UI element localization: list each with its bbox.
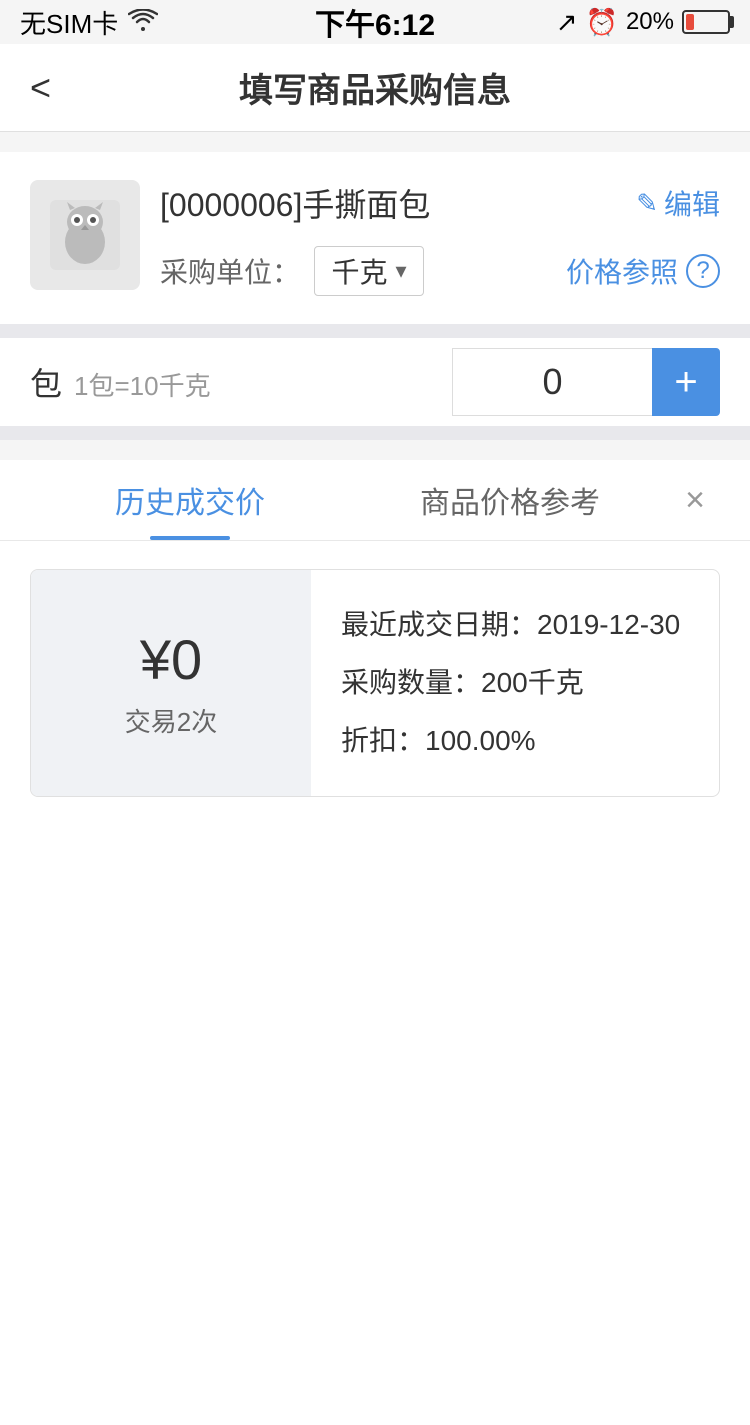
purchase-qty-row: 采购数量：200千克 (341, 662, 689, 704)
quantity-label-section: 包 1包=10千克 (30, 359, 211, 405)
unit-section: 采购单位： 千克 ▾ (160, 246, 424, 296)
product-unit-row: 采购单位： 千克 ▾ 价格参照 ? (160, 246, 720, 296)
discount-value: 100.00% (425, 725, 536, 756)
product-header: [0000006]手撕面包 ✎ 编辑 (160, 180, 720, 226)
main-content-area (0, 825, 750, 1425)
nav-bar: < 填写商品采购信息 (0, 44, 750, 132)
tab-product-price-ref[interactable]: 商品价格参考 (350, 460, 670, 540)
help-icon: ? (686, 254, 720, 288)
unit-select-button[interactable]: 千克 ▾ (314, 246, 423, 296)
history-card-right: 最近成交日期：2019-12-30 采购数量：200千克 折扣：100.00% (311, 570, 719, 796)
currency-symbol: ¥ (140, 628, 171, 691)
unit-value: 千克 (331, 251, 387, 291)
latest-date-value: 2019-12-30 (537, 609, 680, 640)
history-price-card: ¥0 交易2次 最近成交日期：2019-12-30 采购数量：200千克 折扣：… (30, 569, 720, 797)
battery-icon (682, 10, 730, 34)
product-info: [0000006]手撕面包 ✎ 编辑 采购单位： 千克 ▾ 价格参照 ? (160, 180, 720, 296)
alarm-icon: ⏰ (586, 7, 618, 38)
latest-date-label: 最近成交日期： (341, 609, 537, 640)
section-divider (0, 324, 750, 338)
price-ref-button[interactable]: 价格参照 ? (566, 251, 720, 291)
product-card: [0000006]手撕面包 ✎ 编辑 采购单位： 千克 ▾ 价格参照 ? (0, 152, 750, 324)
discount-label: 折扣： (341, 725, 425, 756)
edit-button[interactable]: ✎ 编辑 (636, 183, 720, 223)
price-value: 0 (171, 628, 202, 691)
price-ref-label: 价格参照 (566, 251, 678, 291)
wifi-icon (128, 7, 158, 38)
dropdown-arrow-icon: ▾ (395, 258, 406, 284)
back-button[interactable]: < (30, 67, 51, 109)
quantity-row: 包 1包=10千克 0 + (0, 338, 750, 426)
history-price: ¥0 (140, 627, 202, 692)
history-card-left: ¥0 交易2次 (31, 570, 311, 796)
battery-percent: 20% (626, 8, 674, 36)
unit-label: 采购单位： (160, 257, 300, 288)
purchase-qty-label: 采购数量： (341, 667, 481, 698)
section-divider-2 (0, 426, 750, 440)
purchase-qty-value: 200千克 (481, 667, 584, 698)
tabs-header: 历史成交价 商品价格参考 × (0, 460, 750, 541)
tabs-content: ¥0 交易2次 最近成交日期：2019-12-30 采购数量：200千克 折扣：… (0, 541, 750, 825)
edit-label: 编辑 (664, 183, 720, 223)
latest-date-row: 最近成交日期：2019-12-30 (341, 604, 689, 646)
tabs-close-button[interactable]: × (670, 475, 720, 525)
product-name: [0000006]手撕面包 (160, 180, 430, 226)
discount-row: 折扣：100.00% (341, 720, 689, 762)
location-icon: ↗ (556, 7, 578, 38)
status-time: 下午6:12 (315, 0, 435, 44)
product-logo-icon (50, 200, 120, 270)
quantity-input[interactable]: 0 (452, 348, 652, 416)
quantity-plus-button[interactable]: + (652, 348, 720, 416)
trade-count: 交易2次 (125, 702, 217, 739)
product-image (30, 180, 140, 290)
page-title: 填写商品采购信息 (239, 63, 511, 112)
quantity-conversion: 1包=10千克 (74, 366, 211, 403)
tab-history-price-label: 历史成交价 (115, 478, 265, 522)
tab-history-price[interactable]: 历史成交价 (30, 460, 350, 540)
edit-icon: ✎ (636, 188, 658, 219)
carrier-text: 无SIM卡 (20, 4, 118, 41)
status-right: ↗ ⏰ 20% (556, 7, 730, 38)
tabs-panel: 历史成交价 商品价格参考 × ¥0 交易2次 最近成交日期：2019-12-30… (0, 460, 750, 825)
status-left: 无SIM卡 (20, 4, 158, 41)
status-bar: 无SIM卡 下午6:12 ↗ ⏰ 20% (0, 0, 750, 44)
quantity-input-section: 0 + (452, 348, 720, 416)
tab-product-price-ref-label: 商品价格参考 (420, 478, 600, 522)
quantity-unit: 包 (30, 359, 62, 405)
